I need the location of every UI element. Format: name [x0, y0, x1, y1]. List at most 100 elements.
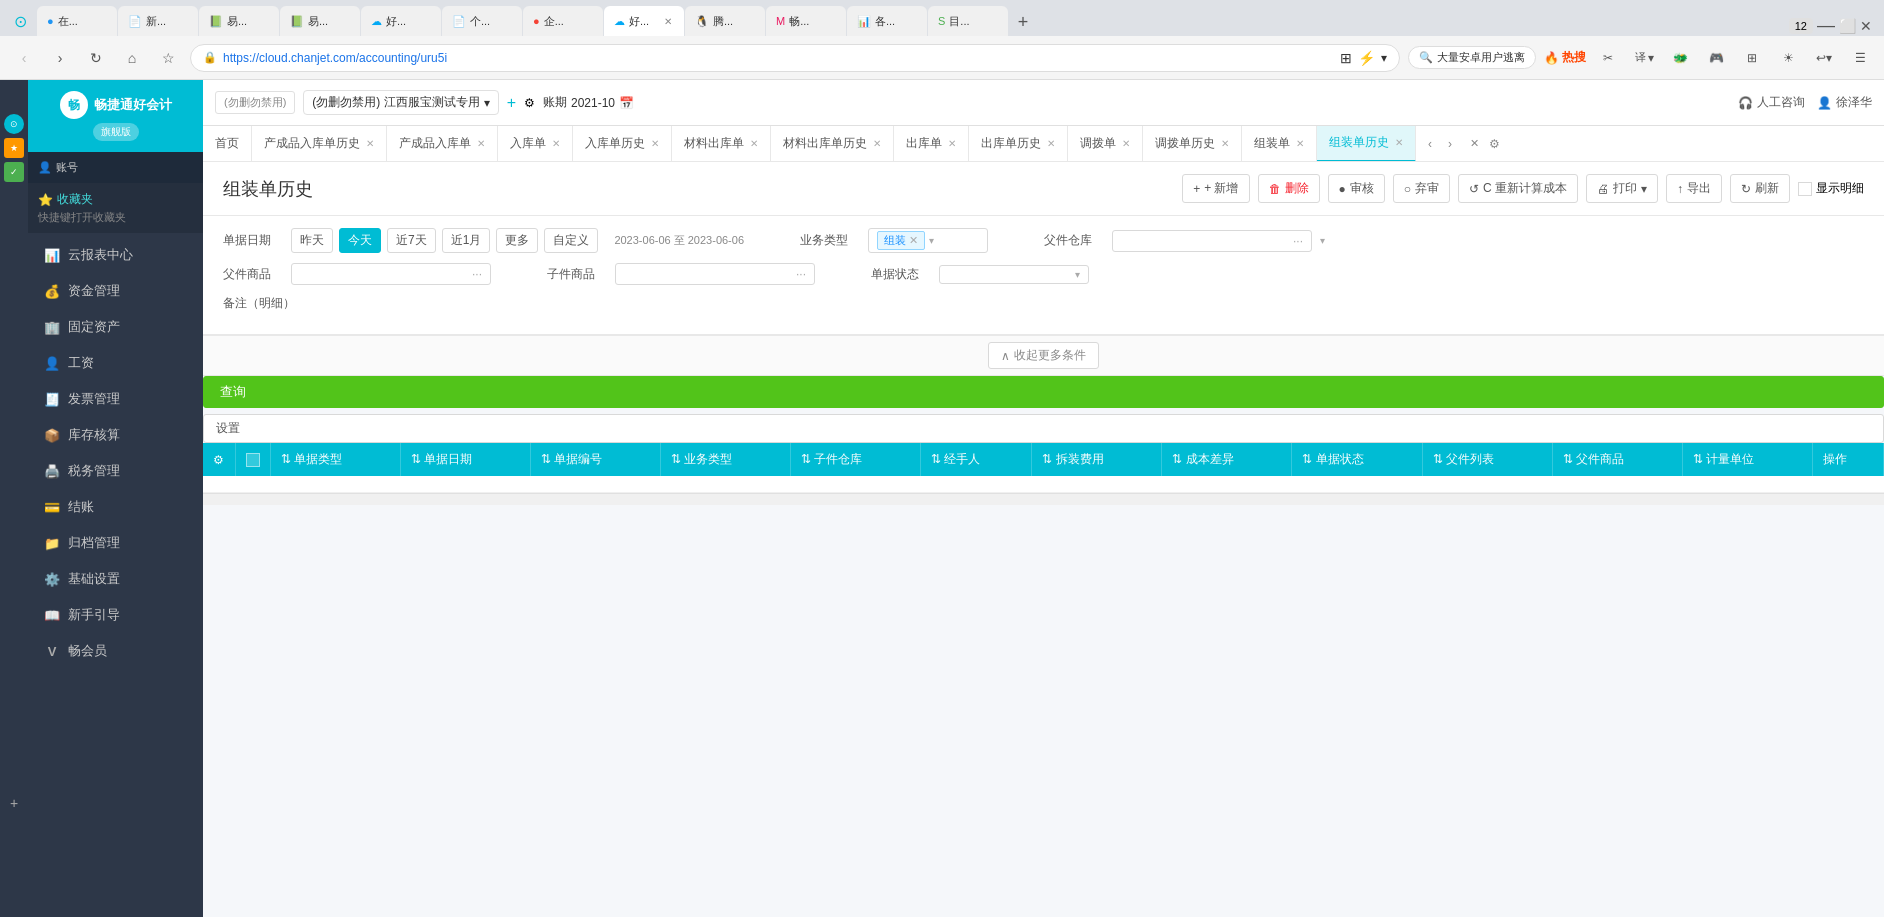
tab-close-6[interactable]: ✕ — [873, 138, 881, 149]
search-bar[interactable]: 🔍 大量安卓用户逃离 — [1408, 46, 1536, 69]
browser-tab-9[interactable]: M畅... — [766, 6, 846, 36]
company-note[interactable]: (勿删勿禁用) — [215, 91, 295, 114]
child-goods-more[interactable]: ··· — [796, 267, 806, 281]
tab-close-11[interactable]: ✕ — [1296, 138, 1304, 149]
status-select[interactable]: ▾ — [939, 265, 1089, 284]
brightness-btn[interactable]: ☀ — [1774, 44, 1802, 72]
window-maximize[interactable]: ⬜ — [1839, 18, 1856, 34]
close-all-tabs[interactable]: ✕ — [1464, 134, 1484, 154]
th-parent-list[interactable]: ⇅ 父件列表 — [1422, 443, 1552, 476]
add-ext-icon[interactable]: + — [4, 793, 24, 813]
nav-next-arrow[interactable]: › — [1440, 134, 1460, 154]
gear-settings[interactable]: ⚙ — [524, 96, 535, 110]
nav-tab-transfer-history[interactable]: 调拨单历史✕ — [1143, 126, 1242, 162]
yesterday-btn[interactable]: 昨天 — [291, 228, 333, 253]
lightning-icon[interactable]: ⚡ — [1358, 50, 1375, 66]
tab-close-10[interactable]: ✕ — [1221, 138, 1229, 149]
sidebar-item-settings[interactable]: ⚙️ 基础设置 — [28, 561, 203, 597]
forward-button[interactable]: › — [46, 44, 74, 72]
th-checkbox[interactable] — [235, 443, 270, 476]
nav-prev-arrow[interactable]: ‹ — [1420, 134, 1440, 154]
home-button[interactable]: ⌂ — [118, 44, 146, 72]
parent-goods-more[interactable]: ··· — [472, 267, 482, 281]
sidebar-favorites[interactable]: ⭐ 收藏夹 快捷键打开收藏夹 — [28, 183, 203, 233]
abandon-btn[interactable]: ○弃审 — [1393, 174, 1450, 203]
nav-tab-outbound-history[interactable]: 出库单历史✕ — [969, 126, 1068, 162]
history-btn[interactable]: ↩▾ — [1810, 44, 1838, 72]
scissors-btn[interactable]: ✂ — [1594, 44, 1622, 72]
nav-tab-assembly-history[interactable]: 组装单历史✕ — [1317, 126, 1416, 162]
table-settings-icon[interactable]: ⚙ — [213, 453, 224, 467]
nav-tab-material-out[interactable]: 材料出库单✕ — [672, 126, 771, 162]
nav-tab-material-out-history[interactable]: 材料出库单历史✕ — [771, 126, 894, 162]
game-btn[interactable]: 🎮 — [1702, 44, 1730, 72]
th-doc-type[interactable]: ⇅ 单据类型 — [270, 443, 400, 476]
sidebar-item-archive[interactable]: 📁 归档管理 — [28, 525, 203, 561]
th-parent-goods[interactable]: ⇅ 父件商品 — [1552, 443, 1682, 476]
browser-tab-10[interactable]: 📊各... — [847, 6, 927, 36]
menu-btn[interactable]: ☰ — [1846, 44, 1874, 72]
th-doc-date[interactable]: ⇅ 单据日期 — [400, 443, 530, 476]
th-assembly-fee[interactable]: ⇅ 拆装费用 — [1032, 443, 1162, 476]
bookmark-button[interactable]: ☆ — [154, 44, 182, 72]
tab-close-9[interactable]: ✕ — [1122, 138, 1130, 149]
browser-tab-4[interactable]: ☁好... — [361, 6, 441, 36]
th-settings[interactable]: ⚙ — [203, 443, 235, 476]
nav-tab-productin[interactable]: 产成品入库单✕ — [387, 126, 498, 162]
audit-btn[interactable]: ●审核 — [1328, 174, 1385, 203]
new-tab-button[interactable]: + — [1009, 8, 1037, 36]
browser-tab-7[interactable]: ☁好...✕ — [604, 6, 684, 36]
company-selector[interactable]: (勿删勿禁用) 江西服宝测试专用 ▾ — [303, 90, 498, 115]
business-type-input[interactable]: 组装 ✕ ▾ — [868, 228, 988, 253]
reload-button[interactable]: ↻ — [82, 44, 110, 72]
delete-btn[interactable]: 🗑删除 — [1258, 174, 1320, 203]
settings-btn-side[interactable]: 设置 — [203, 414, 1884, 443]
browser-tab-8[interactable]: 🐧腾... — [685, 6, 765, 36]
export-btn[interactable]: ↑导出 — [1666, 174, 1722, 203]
new-btn[interactable]: ++ 新增 — [1182, 174, 1249, 203]
browser-tab-0[interactable]: ●在... — [37, 6, 117, 36]
tab-close-8[interactable]: ✕ — [1047, 138, 1055, 149]
tab-close-12[interactable]: ✕ — [1395, 137, 1403, 148]
th-child-warehouse[interactable]: ⇅ 子件仓库 — [790, 443, 920, 476]
tab-close-7[interactable]: ✕ — [948, 138, 956, 149]
show-detail-checkbox[interactable] — [1798, 182, 1812, 196]
browser-tab-3[interactable]: 📗易... — [280, 6, 360, 36]
collapse-btn[interactable]: ∧ 收起更多条件 — [988, 342, 1099, 369]
nav-tab-productin-history[interactable]: 产成品入库单历史✕ — [252, 126, 387, 162]
emoji-btn[interactable]: 🐲 — [1666, 44, 1694, 72]
warehouse-more-icon[interactable]: ··· — [1293, 234, 1303, 248]
child-goods-input[interactable]: ··· — [615, 263, 815, 285]
window-close[interactable]: ✕ — [1860, 18, 1872, 34]
print-btn[interactable]: 🖨打印▾ — [1586, 174, 1658, 203]
browser-tab-2[interactable]: 📗易... — [199, 6, 279, 36]
ext-icon-3[interactable]: ✓ — [4, 162, 24, 182]
ext-icon-2[interactable]: ★ — [4, 138, 24, 158]
browser-tab-1[interactable]: 📄新... — [118, 6, 198, 36]
tab-close-7[interactable]: ✕ — [662, 16, 674, 27]
th-cost-diff[interactable]: ⇅ 成本差异 — [1162, 443, 1292, 476]
month-btn[interactable]: 近1月 — [442, 228, 491, 253]
period-selector[interactable]: 账期 2021-10 📅 — [543, 94, 634, 111]
th-unit[interactable]: ⇅ 计量单位 — [1682, 443, 1812, 476]
sidebar-item-guide[interactable]: 📖 新手引导 — [28, 597, 203, 633]
nav-tab-assembly[interactable]: 组装单✕ — [1242, 126, 1317, 162]
translate-btn[interactable]: 译▾ — [1630, 44, 1658, 72]
th-doc-status[interactable]: ⇅ 单据状态 — [1292, 443, 1422, 476]
back-button[interactable]: ‹ — [10, 44, 38, 72]
ext-icon-1[interactable]: ⊙ — [4, 114, 24, 134]
bottom-scrollbar[interactable] — [203, 493, 1884, 505]
browser-tab-6[interactable]: ●企... — [523, 6, 603, 36]
sidebar-item-funds[interactable]: 💰 资金管理 — [28, 273, 203, 309]
nav-tab-outbound[interactable]: 出库单✕ — [894, 126, 969, 162]
address-dropdown[interactable]: ▾ — [1381, 51, 1387, 65]
nav-tab-transfer[interactable]: 调拨单✕ — [1068, 126, 1143, 162]
sidebar-item-inventory[interactable]: 📦 库存核算 — [28, 417, 203, 453]
th-handler[interactable]: ⇅ 经手人 — [921, 443, 1032, 476]
address-bar[interactable]: 🔒 https://cloud.chanjet.com/accounting/u… — [190, 44, 1400, 72]
browser-tab-5[interactable]: 📄个... — [442, 6, 522, 36]
sidebar-item-vip[interactable]: V 畅会员 — [28, 633, 203, 669]
custom-date-btn[interactable]: 自定义 — [544, 228, 598, 253]
sidebar-item-assets[interactable]: 🏢 固定资产 — [28, 309, 203, 345]
sidebar-item-salary[interactable]: 👤 工资 — [28, 345, 203, 381]
